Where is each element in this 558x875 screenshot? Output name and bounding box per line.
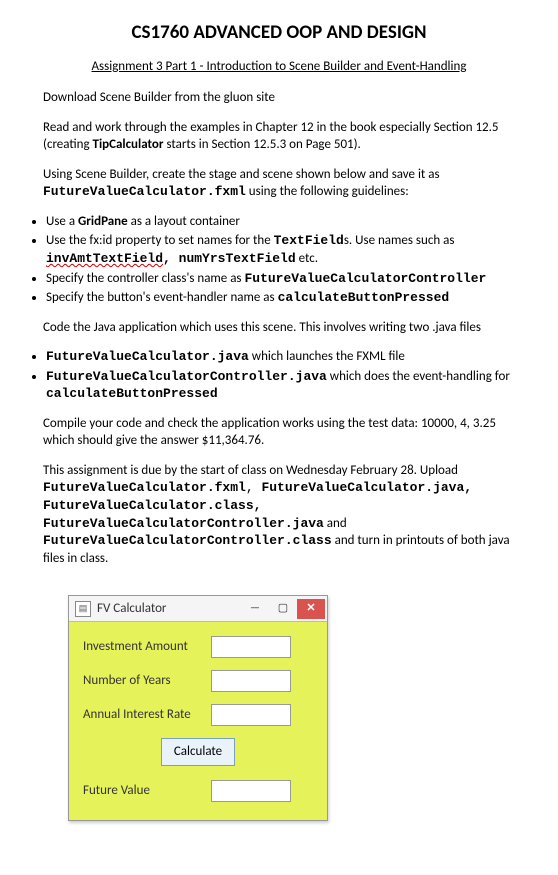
text: , (246, 480, 262, 495)
controller-class: FutureValueCalculatorController (244, 271, 486, 286)
text: which launches the FXML file (249, 349, 405, 364)
rate-input[interactable] (211, 704, 291, 726)
text: etc. (296, 251, 318, 266)
label-years: Number of Years (83, 672, 211, 690)
text: as a layout container (128, 214, 240, 229)
minimize-button[interactable]: — (241, 599, 269, 619)
row-rate: Annual Interest Rate (83, 704, 313, 726)
text: Use the fx:id property to set names for … (46, 233, 274, 248)
text: using the following guidelines: (246, 184, 409, 199)
calculate-button[interactable]: Calculate (161, 738, 235, 766)
file-fxml: FutureValueCalculator.fxml (43, 480, 246, 495)
file-ctrl-class: FutureValueCalculatorController.class (43, 533, 332, 548)
row-button: Calculate (83, 738, 313, 766)
row-investment: Investment Amount (83, 636, 313, 658)
list-item: Specify the controller class's name as F… (46, 270, 530, 288)
maximize-button[interactable]: ▢ (269, 599, 297, 619)
tipcalculator-name: TipCalculator (93, 137, 164, 152)
para-scenebuilder: Using Scene Builder, create the stage an… (43, 166, 530, 201)
para-readwork: Read and work through the examples in Ch… (43, 119, 530, 154)
text: Specify the button's event-handler name … (46, 290, 278, 305)
app-icon: ▤ (75, 601, 91, 617)
file-classes: FutureValueCalculator.class, FutureValue… (43, 498, 324, 531)
calcbutton-handler: calculateButtonPressed (46, 386, 218, 401)
file-java: FutureValueCalculator.java, (261, 480, 472, 495)
para-download: Download Scene Builder from the gluon si… (43, 89, 530, 107)
text: starts in Section 12.5.3 on Page 501). (164, 137, 361, 152)
para-compile: Compile your code and check the applicat… (43, 415, 530, 450)
text: s. Use names such as (344, 233, 455, 248)
window-body: Investment Amount Number of Years Annual… (69, 622, 327, 820)
text: and (324, 516, 347, 531)
fvcalc-java: FutureValueCalculator.java (46, 349, 249, 364)
page-title: CS1760 ADVANCED OOP AND DESIGN (28, 20, 530, 46)
fv-calculator-window: ▤ FV Calculator — ▢ ✕ Investment Amount … (68, 595, 328, 821)
list-item: Use a GridPane as a layout container (46, 213, 530, 231)
future-value-output[interactable] (211, 780, 291, 802)
text: This assignment is due by the start of c… (43, 463, 458, 478)
years-input[interactable] (211, 670, 291, 692)
list-item: Specify the button's event-handler name … (46, 289, 530, 307)
list-item: FutureValueCalculatorController.java whi… (46, 368, 530, 403)
row-years: Number of Years (83, 670, 313, 692)
label-rate: Annual Interest Rate (83, 706, 211, 724)
label-investment: Investment Amount (83, 638, 211, 656)
numyrs-field: numYrsTextField (179, 251, 296, 266)
fxml-filename: FutureValueCalculator.fxml (43, 184, 246, 199)
invamt-field: invAmtTextField (46, 251, 163, 266)
para-due: This assignment is due by the start of c… (43, 462, 530, 567)
guidelines-list: Use a GridPane as a layout container Use… (28, 213, 530, 307)
assignment-subtitle: Assignment 3 Part 1 - Introduction to Sc… (28, 58, 530, 76)
window-titlebar[interactable]: ▤ FV Calculator — ▢ ✕ (69, 596, 327, 622)
javafiles-list: FutureValueCalculator.java which launche… (28, 348, 530, 403)
row-future: Future Value (83, 780, 313, 802)
text: Use a (46, 214, 78, 229)
label-future: Future Value (83, 782, 211, 800)
text: Using Scene Builder, create the stage an… (43, 167, 440, 182)
close-button[interactable]: ✕ (297, 599, 325, 619)
gridpane: GridPane (78, 214, 128, 229)
handler-name: calculateButtonPressed (278, 290, 450, 305)
list-item: Use the fx:id property to set names for … (46, 232, 530, 267)
text: , (163, 251, 179, 266)
list-item: FutureValueCalculator.java which launche… (46, 348, 530, 366)
investment-input[interactable] (211, 636, 291, 658)
textfield: TextField (274, 233, 344, 248)
text: which does the event-handling for (327, 369, 510, 384)
text: Specify the controller class's name as (46, 271, 244, 286)
window-title: FV Calculator (97, 600, 241, 618)
fvcontroller-java: FutureValueCalculatorController.java (46, 369, 327, 384)
para-code: Code the Java application which uses thi… (43, 319, 530, 337)
